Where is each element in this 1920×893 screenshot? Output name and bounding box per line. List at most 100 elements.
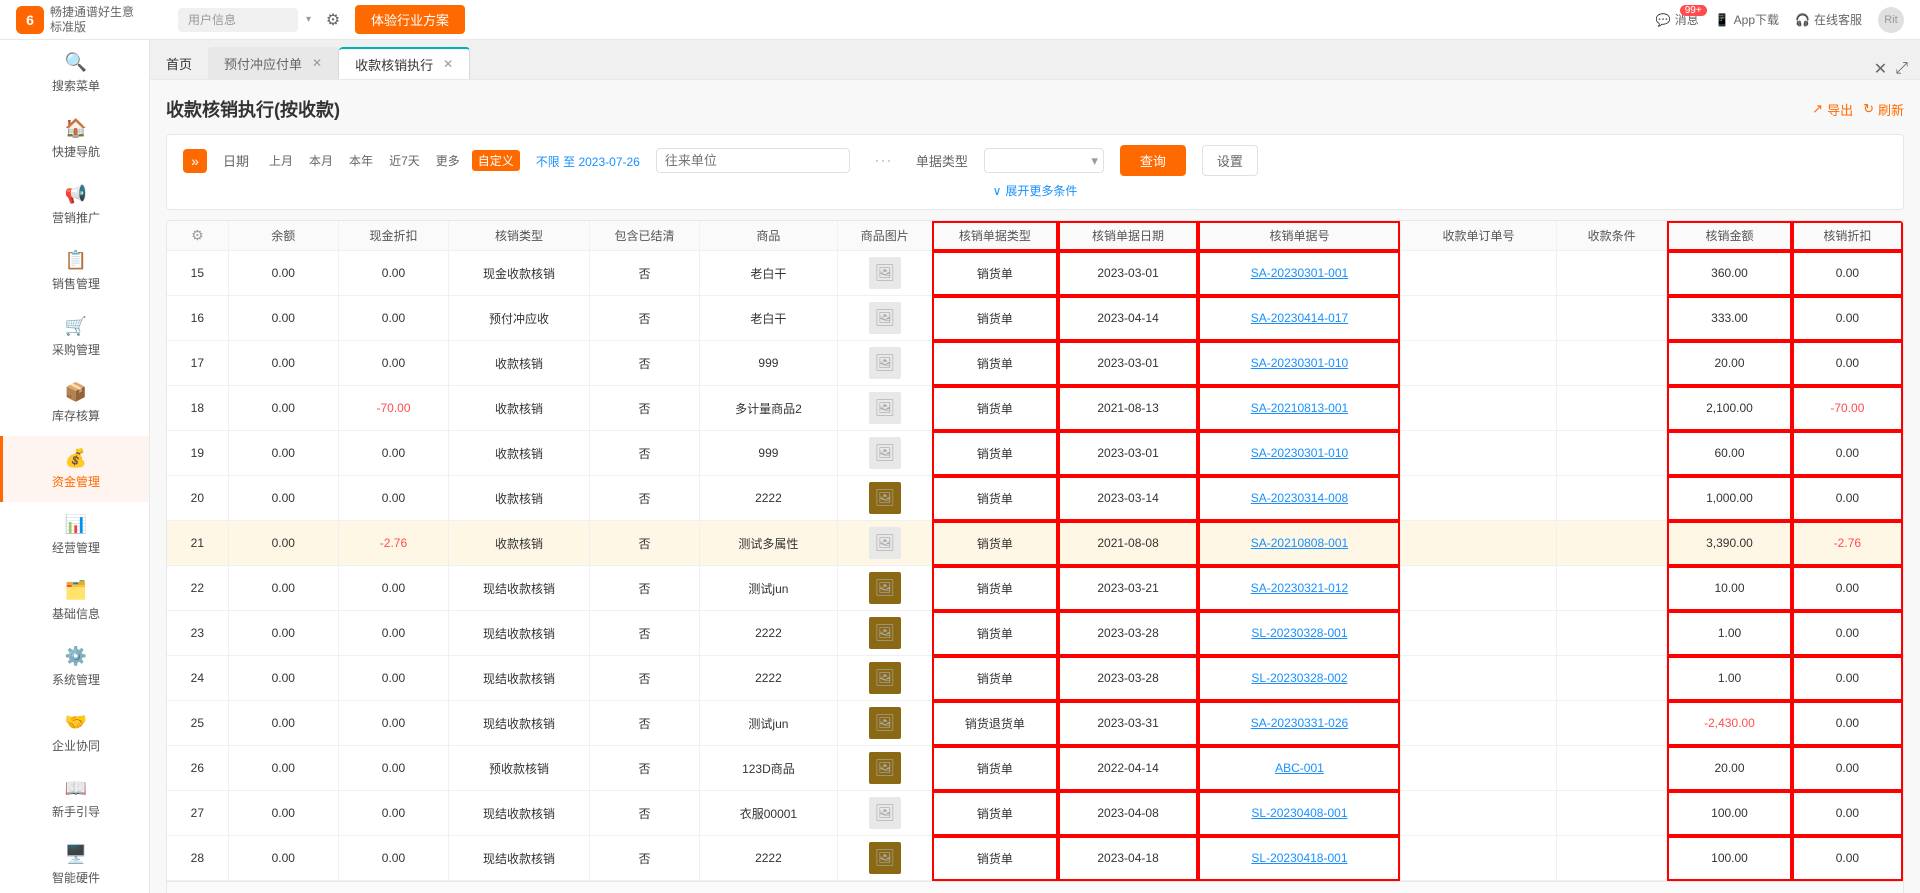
notification-item[interactable]: 💬 消息 99+	[1656, 11, 1699, 28]
cell-offset-doc-no[interactable]: SL-20230408-001	[1198, 791, 1400, 836]
filter-toggle-button[interactable]: »	[183, 149, 207, 173]
cell-receipt-terms	[1557, 611, 1667, 656]
settings-gear-icon[interactable]: ⚙	[319, 6, 347, 34]
tab-receipt-offset[interactable]: 收款核销执行 ✕	[339, 47, 470, 79]
search-icon: 🔍	[65, 52, 87, 73]
app-download-item[interactable]: 📱 App下载	[1715, 11, 1779, 28]
voucher-type-select[interactable]	[984, 148, 1104, 173]
cell-offset-doc-no[interactable]: SL-20230328-002	[1198, 656, 1400, 701]
product-image-placeholder: 🖼	[869, 527, 901, 559]
cell-offset-amount: 10.00	[1667, 566, 1792, 611]
expand-more-conditions[interactable]: ∨ 展开更多条件	[183, 182, 1887, 199]
cell-receipt-order-no	[1400, 431, 1556, 476]
cell-offset-doc-no[interactable]: SA-20230414-017	[1198, 296, 1400, 341]
tab-prepay-conflict[interactable]: 预付冲应付单 ✕	[208, 47, 339, 79]
cell-offset-doc-type: 销货单	[932, 431, 1057, 476]
cell-product: 999	[700, 431, 838, 476]
column-settings-icon[interactable]: ⚙	[191, 227, 204, 243]
cell-offset-amount: 20.00	[1667, 341, 1792, 386]
online-service-item[interactable]: 🎧 在线客服	[1795, 11, 1862, 28]
date-option-custom[interactable]: 自定义	[472, 150, 520, 171]
cell-cash-discount: 0.00	[338, 701, 448, 746]
close-tab-icon[interactable]: ✕	[1874, 59, 1887, 79]
sidebar-item-basic-info[interactable]: 🗂️ 基础信息	[0, 568, 149, 634]
th-offset-doc-date: 核销单据日期	[1058, 221, 1199, 251]
cell-offset-doc-no[interactable]: SA-20230301-010	[1198, 431, 1400, 476]
user-dropdown-arrow[interactable]: ▾	[306, 14, 311, 25]
sidebar-item-purchase[interactable]: 🛒 采购管理	[0, 304, 149, 370]
sidebar-item-enterprise-collab[interactable]: 🤝 企业协同	[0, 700, 149, 766]
cell-num: 15	[167, 251, 228, 296]
setting-button[interactable]: 设置	[1202, 145, 1258, 176]
product-image-placeholder: 🖼	[869, 392, 901, 424]
th-receipt-order-no: 收款单订单号	[1400, 221, 1556, 251]
sidebar-item-search-menu[interactable]: 🔍 搜索菜单	[0, 40, 149, 106]
cell-product-image: 🖼	[837, 836, 932, 881]
th-receipt-terms: 收款条件	[1557, 221, 1667, 251]
expand-tab-icon[interactable]: ⤢	[1895, 60, 1908, 78]
cell-balance: 0.00	[228, 341, 338, 386]
cell-offset-doc-no[interactable]: SA-20210808-001	[1198, 521, 1400, 566]
cell-cash-discount: 0.00	[338, 431, 448, 476]
cell-offset-doc-no[interactable]: SA-20230301-010	[1198, 341, 1400, 386]
sidebar-item-quick-nav[interactable]: 🏠 快捷导航	[0, 106, 149, 172]
tab-home[interactable]: 首页	[150, 47, 208, 79]
table-footer: 核销金额合计： 40,556,66... 核销折扣合计： 952.24	[167, 881, 1903, 893]
cell-offset-doc-no[interactable]: SL-20230418-001	[1198, 836, 1400, 881]
refresh-button[interactable]: ↻ 刷新	[1863, 100, 1904, 119]
tab-close-receipt[interactable]: ✕	[443, 58, 453, 70]
sidebar-item-operation[interactable]: 📊 经营管理	[0, 502, 149, 568]
th-settings[interactable]: ⚙	[167, 221, 228, 251]
sidebar-item-sales[interactable]: 📋 销售管理	[0, 238, 149, 304]
product-image-placeholder: 🖼	[869, 347, 901, 379]
unit-search-input[interactable]	[656, 148, 850, 173]
cell-receipt-terms	[1557, 791, 1667, 836]
date-option-this-year[interactable]: 本年	[345, 150, 377, 171]
cell-offset-doc-no[interactable]: SL-20230328-001	[1198, 611, 1400, 656]
date-option-last-month[interactable]: 上月	[265, 150, 297, 171]
tab-close-prepay[interactable]: ✕	[312, 57, 322, 69]
unit-selector-dots[interactable]: ···	[874, 150, 892, 171]
cell-receipt-order-no	[1400, 521, 1556, 566]
cell-offset-doc-no[interactable]: SA-20230321-012	[1198, 566, 1400, 611]
table-row: 21 0.00 -2.76 收款核销 否 测试多属性 🖼 销货单 2021-08…	[167, 521, 1903, 566]
cell-offset-doc-no[interactable]: SA-20230314-008	[1198, 476, 1400, 521]
page-content: 收款核销执行(按收款) ↗ 导出 ↻ 刷新 » 日期	[150, 80, 1920, 893]
date-option-this-month[interactable]: 本月	[305, 150, 337, 171]
sidebar-item-system[interactable]: ⚙️ 系统管理	[0, 634, 149, 700]
cell-offset-doc-no[interactable]: ABC-001	[1198, 746, 1400, 791]
filter-date-range: 不限 至 2023-07-26	[536, 153, 640, 170]
cell-offset-amount: 20.00	[1667, 746, 1792, 791]
date-option-more[interactable]: 更多	[432, 150, 464, 171]
sidebar-item-marketing[interactable]: 📢 营销推广	[0, 172, 149, 238]
tab-bar: 首页 预付冲应付单 ✕ 收款核销执行 ✕ ✕ ⤢	[150, 40, 1920, 80]
cell-cash-discount: 0.00	[338, 836, 448, 881]
sidebar-item-inventory[interactable]: 📦 库存核算	[0, 370, 149, 436]
cell-offset-doc-no[interactable]: SA-20230301-001	[1198, 251, 1400, 296]
sidebar-item-new-guide[interactable]: 📖 新手引导	[0, 766, 149, 832]
cell-offset-type: 收款核销	[449, 476, 590, 521]
industry-solution-button[interactable]: 体验行业方案	[355, 5, 465, 34]
cell-offset-discount: 0.00	[1792, 836, 1902, 881]
user-info-display[interactable]: 用户信息	[178, 8, 298, 32]
table-scroll[interactable]: ⚙ 余额 现金折扣 核销类型 包含已结清 商品 商品图片 核销单据类型 核销单据…	[167, 221, 1903, 881]
query-button[interactable]: 查询	[1120, 145, 1186, 176]
cell-offset-discount: 0.00	[1792, 251, 1902, 296]
cell-receipt-terms	[1557, 521, 1667, 566]
cell-product-image: 🖼	[837, 431, 932, 476]
cell-offset-doc-type: 销货退货单	[932, 701, 1057, 746]
th-offset-discount: 核销折扣	[1792, 221, 1902, 251]
user-avatar[interactable]: Rit	[1878, 7, 1904, 33]
sidebar-item-finance[interactable]: 💰 资金管理	[0, 436, 149, 502]
cell-offset-doc-no[interactable]: SA-20210813-001	[1198, 386, 1400, 431]
date-option-7days[interactable]: 近7天	[385, 150, 424, 171]
cell-offset-doc-no[interactable]: SA-20230331-026	[1198, 701, 1400, 746]
sidebar-item-smart-hardware[interactable]: 🖥️ 智能硬件	[0, 832, 149, 893]
export-button[interactable]: ↗ 导出	[1812, 100, 1853, 119]
cell-include-settled: 否	[589, 521, 699, 566]
cell-offset-doc-date: 2023-04-14	[1058, 296, 1199, 341]
date-label: 日期	[223, 151, 249, 170]
table-row: 25 0.00 0.00 现结收款核销 否 测试jun 🖼 销货退货单 2023…	[167, 701, 1903, 746]
cell-receipt-terms	[1557, 386, 1667, 431]
cell-offset-doc-type: 销货单	[932, 521, 1057, 566]
